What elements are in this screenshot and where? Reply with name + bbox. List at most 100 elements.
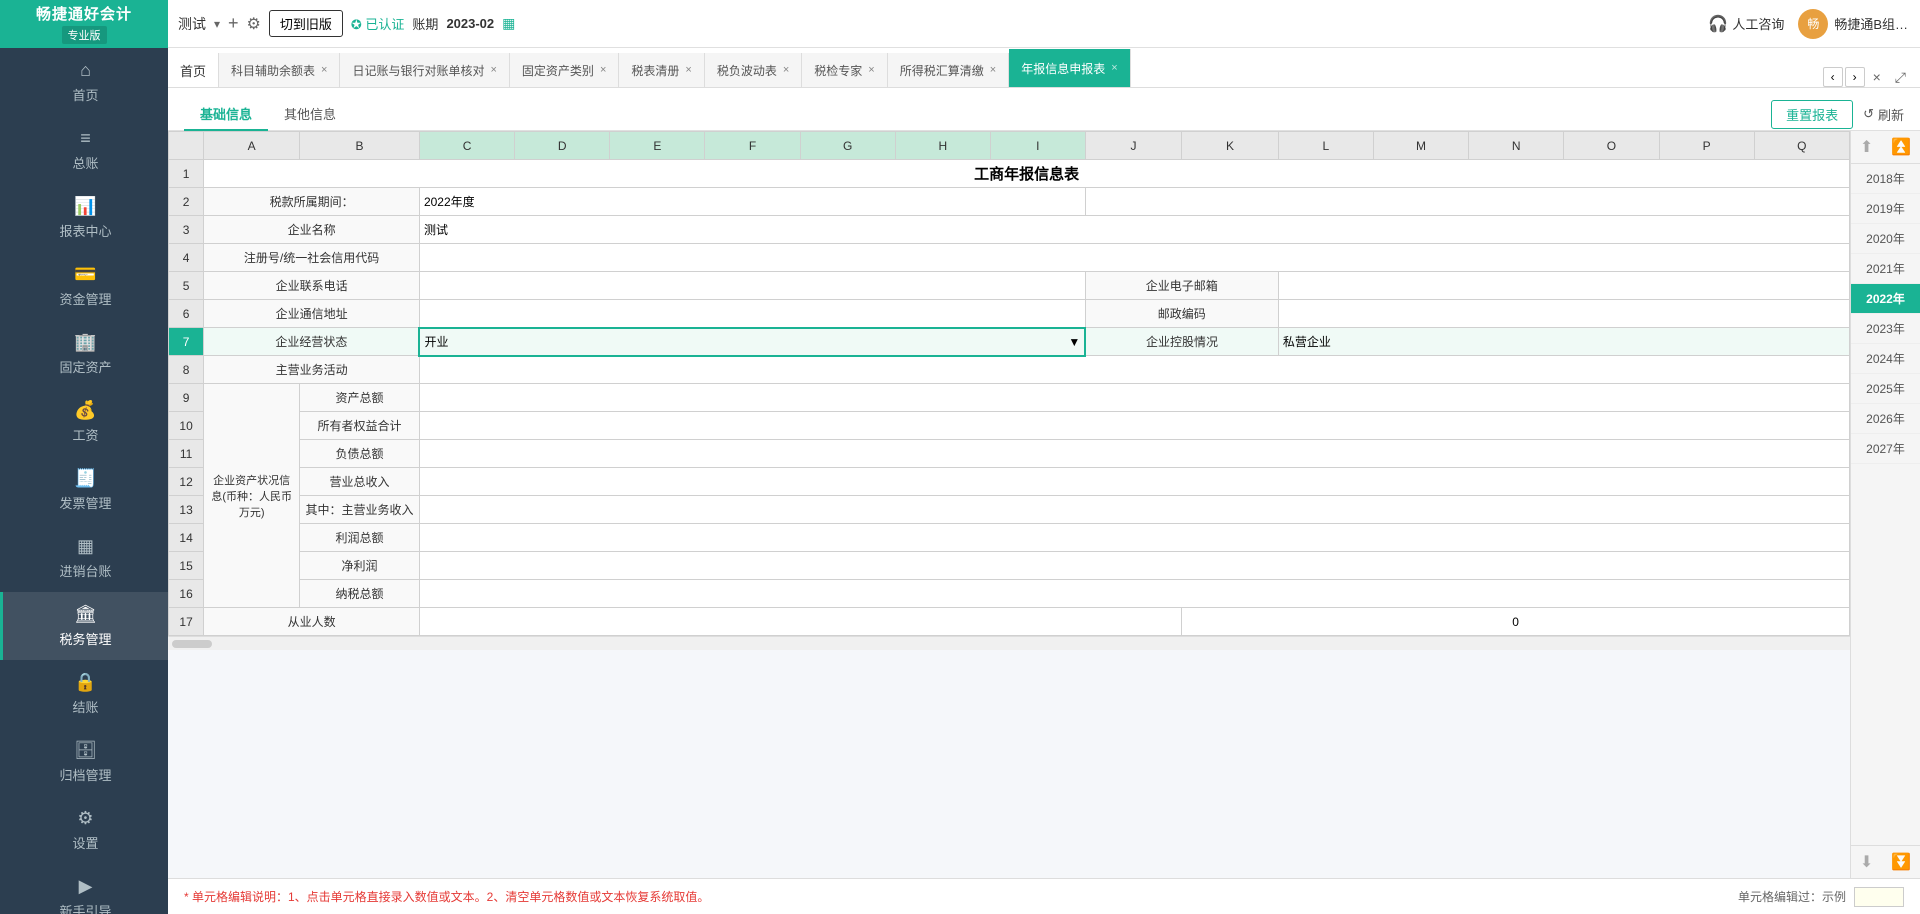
sidebar-item-archive[interactable]: 🗄 归档管理 <box>0 728 168 796</box>
tab-close-all-button[interactable]: × <box>1867 69 1887 85</box>
col-n[interactable]: N <box>1469 132 1564 160</box>
cell-6-right-label[interactable]: 邮政编码 <box>1085 300 1278 328</box>
col-d[interactable]: D <box>515 132 610 160</box>
year-2026[interactable]: 2026年 <box>1851 404 1920 434</box>
tab-next-button[interactable]: › <box>1845 67 1865 87</box>
cell-9-value[interactable] <box>419 384 1849 412</box>
company-dropdown-icon[interactable]: ▾ <box>214 17 220 31</box>
tab-taxwave[interactable]: 税负波动表 × <box>705 53 802 87</box>
title-cell[interactable]: 工商年报信息表 <box>204 160 1850 188</box>
period-calendar-icon[interactable]: ▦ <box>502 15 515 32</box>
year-2021[interactable]: 2021年 <box>1851 254 1920 284</box>
tab-income-tax-close[interactable]: × <box>990 64 996 76</box>
sidebar-item-tax[interactable]: 🏛 税务管理 <box>0 592 168 660</box>
sub-tab-basic[interactable]: 基础信息 <box>184 98 268 131</box>
cell-8-label[interactable]: 主营业务活动 <box>204 356 420 384</box>
cell-17-label[interactable]: 从业人数 <box>204 608 420 636</box>
year-2018[interactable]: 2018年 <box>1851 164 1920 194</box>
cell-15-value[interactable] <box>419 552 1849 580</box>
col-i[interactable]: I <box>990 132 1085 160</box>
col-h[interactable]: H <box>895 132 990 160</box>
tab-aux-close[interactable]: × <box>321 64 327 76</box>
sidebar-item-ledger[interactable]: ≡ 总账 <box>0 116 168 184</box>
sidebar-item-guide[interactable]: ▶ 新手引导 <box>0 864 168 914</box>
cell-13-sub[interactable]: 其中：主营业务收入 <box>300 496 420 524</box>
cell-7-right-value[interactable]: 私营企业 <box>1278 328 1849 356</box>
cell-16-sub[interactable]: 纳税总额 <box>300 580 420 608</box>
col-q[interactable]: Q <box>1754 132 1849 160</box>
tab-fixed-asset[interactable]: 固定资产类别 × <box>510 53 619 87</box>
cell-6-value[interactable] <box>419 300 1085 328</box>
cell-7-value[interactable]: 开业 ▼ <box>419 328 1085 356</box>
cell-11-sub[interactable]: 负债总额 <box>300 440 420 468</box>
cell-4-ab[interactable]: 注册号/统一社会信用代码 <box>204 244 420 272</box>
year-2020[interactable]: 2020年 <box>1851 224 1920 254</box>
sidebar-item-fixed[interactable]: 🏢 固定资产 <box>0 320 168 388</box>
cell-5-label[interactable]: 企业联系电话 <box>204 272 420 300</box>
cell-5-value[interactable] <box>419 272 1085 300</box>
tab-taxcheck-close[interactable]: × <box>868 64 874 76</box>
cell-7-right-label[interactable]: 企业控股情况 <box>1085 328 1278 356</box>
cell-17-value[interactable] <box>419 608 1181 636</box>
col-b[interactable]: B <box>300 132 420 160</box>
tab-fixed-asset-close[interactable]: × <box>600 64 606 76</box>
tab-expand-button[interactable]: ⤢ <box>1889 69 1912 86</box>
cell-2-value[interactable]: 2022年度 <box>419 188 1085 216</box>
cell-5-right-label[interactable]: 企业电子邮箱 <box>1085 272 1278 300</box>
gear-icon[interactable]: ⚙ <box>247 14 261 34</box>
year-2023[interactable]: 2023年 <box>1851 314 1920 344</box>
cell-7-label[interactable]: 企业经营状态 <box>204 328 420 356</box>
cell-15-sub[interactable]: 净利润 <box>300 552 420 580</box>
cell-14-sub[interactable]: 利润总额 <box>300 524 420 552</box>
col-l[interactable]: L <box>1278 132 1373 160</box>
cell-8-value[interactable] <box>419 356 1849 384</box>
cell-10-sub[interactable]: 所有者权益合计 <box>300 412 420 440</box>
year-2027[interactable]: 2027年 <box>1851 434 1920 464</box>
cell-11-value[interactable] <box>419 440 1849 468</box>
tab-aux[interactable]: 科目辅助余额表 × <box>219 53 340 87</box>
col-c[interactable]: C <box>419 132 514 160</box>
sidebar-item-invoice[interactable]: 🧾 发票管理 <box>0 456 168 524</box>
cell-16-value[interactable] <box>419 580 1849 608</box>
cell-12-sub[interactable]: 营业总收入 <box>300 468 420 496</box>
spreadsheet-main[interactable]: A B C D E F G H I J K L <box>168 131 1850 878</box>
side-fast-down-icon[interactable]: ⏬ <box>1891 852 1911 872</box>
cell-5-right-value[interactable] <box>1278 272 1849 300</box>
col-e[interactable]: E <box>610 132 705 160</box>
sidebar-item-report[interactable]: 📊 报表中心 <box>0 184 168 252</box>
cell-14-value[interactable] <box>419 524 1849 552</box>
sidebar-item-home[interactable]: ⌂ 首页 <box>0 48 168 116</box>
year-2025[interactable]: 2025年 <box>1851 374 1920 404</box>
col-k[interactable]: K <box>1182 132 1279 160</box>
tab-prev-button[interactable]: ‹ <box>1823 67 1843 87</box>
tab-taxcheck[interactable]: 税检专家 × <box>802 53 887 87</box>
h-scrollbar-thumb[interactable] <box>172 640 212 648</box>
sidebar-item-inventory[interactable]: ▦ 进销台账 <box>0 524 168 592</box>
year-2019[interactable]: 2019年 <box>1851 194 1920 224</box>
tab-annual-report-close[interactable]: × <box>1111 62 1117 74</box>
side-down-icon[interactable]: ⬇ <box>1860 852 1873 872</box>
sub-tab-other[interactable]: 其他信息 <box>268 98 352 131</box>
tab-annual-report[interactable]: 年报信息申报表 × <box>1009 49 1130 87</box>
sidebar-item-wage[interactable]: 💰 工资 <box>0 388 168 456</box>
cell-6-right-value[interactable] <box>1278 300 1849 328</box>
cell-9-sub[interactable]: 资产总额 <box>300 384 420 412</box>
cell-2-rest[interactable] <box>1085 188 1849 216</box>
tab-taxwave-close[interactable]: × <box>783 64 789 76</box>
cell-17-num[interactable]: 0 <box>1182 608 1850 636</box>
cell-3-value[interactable]: 测试 <box>419 216 1849 244</box>
sidebar-item-settings[interactable]: ⚙ 设置 <box>0 796 168 864</box>
col-f[interactable]: F <box>705 132 800 160</box>
col-a[interactable]: A <box>204 132 300 160</box>
refresh-button[interactable]: ↺ 刷新 <box>1863 100 1904 129</box>
year-2024[interactable]: 2024年 <box>1851 344 1920 374</box>
col-j[interactable]: J <box>1085 132 1181 160</box>
tab-journal-close[interactable]: × <box>490 64 496 76</box>
cell-13-value[interactable] <box>419 496 1849 524</box>
cell-10-value[interactable] <box>419 412 1849 440</box>
cell-2-ab[interactable]: 税款所属期间： <box>204 188 420 216</box>
tab-income-tax[interactable]: 所得税汇算清缴 × <box>888 53 1009 87</box>
dropdown-arrow[interactable]: ▼ <box>1068 335 1080 349</box>
cell-12-value[interactable] <box>419 468 1849 496</box>
year-2022[interactable]: 2022年 <box>1851 284 1920 314</box>
